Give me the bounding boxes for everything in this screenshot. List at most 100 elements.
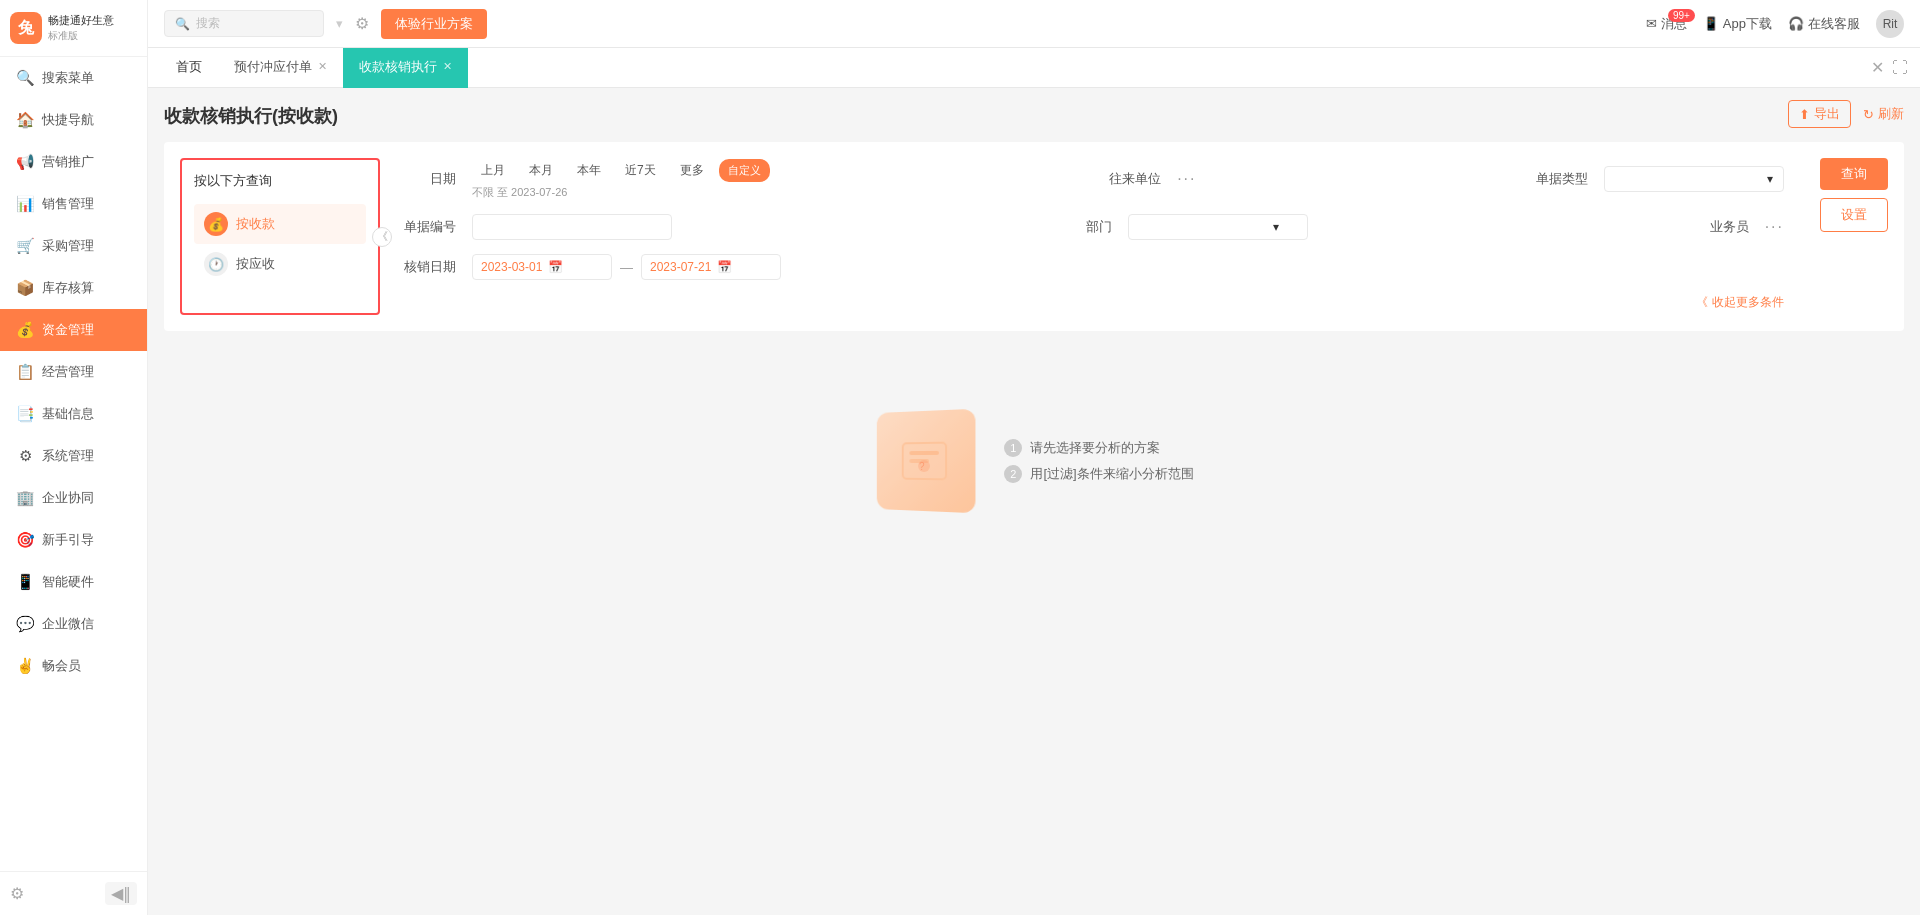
date-btn-7days[interactable]: 近7天 (616, 158, 665, 183)
tab-receipt-close-icon[interactable]: ✕ (443, 60, 452, 73)
inventory-icon: 📦 (16, 279, 34, 297)
filter-row-3: 核销日期 2023-03-01 📅 — 2023-07-21 📅 (400, 254, 1784, 280)
collapse-up-icon: 《 (1696, 294, 1708, 311)
tab-receipt[interactable]: 收款核销执行 ✕ (343, 48, 468, 88)
setting-button[interactable]: 设置 (1820, 198, 1888, 232)
panel-collapse-button[interactable]: 《 (372, 227, 392, 247)
date-btn-this-month[interactable]: 本月 (520, 158, 562, 183)
tab-fullscreen-icon[interactable]: ⛶ (1892, 59, 1908, 77)
tab-close-all-icon[interactable]: ✕ (1871, 58, 1884, 77)
export-button[interactable]: ⬆ 导出 (1788, 100, 1851, 128)
sidebar-item-purchase[interactable]: 🛒 采购管理 (0, 225, 147, 267)
verify-date-end-picker[interactable]: 2023-07-21 📅 (641, 254, 781, 280)
sidebar-item-label: 快捷导航 (42, 111, 94, 129)
industry-solution-button[interactable]: 体验行业方案 (381, 9, 487, 39)
sidebar: 兔 畅捷通好生意 标准版 🔍 搜索菜单 🏠 快捷导航 📢 营销推广 📊 销售管理… (0, 0, 148, 915)
dept-dropdown-icon: ▾ (1273, 220, 1279, 234)
tab-bar: 首页 预付冲应付单 ✕ 收款核销执行 ✕ ✕ ⛶ (148, 48, 1920, 88)
sidebar-item-search[interactable]: 🔍 搜索菜单 (0, 57, 147, 99)
sidebar-item-inventory[interactable]: 📦 库存核算 (0, 267, 147, 309)
date-btn-more[interactable]: 更多 (671, 158, 713, 183)
bill-type-label: 单据类型 (1532, 170, 1588, 188)
app-download-icon: 📱 (1703, 16, 1719, 31)
bill-number-input[interactable] (472, 214, 672, 240)
tip-1-text: 请先选择要分析的方案 (1030, 439, 1160, 457)
sidebar-collapse-button[interactable]: ◀‖ (105, 882, 137, 905)
header-right: ✉ 消息 99+ 📱 App下载 🎧 在线客服 Rit (1646, 10, 1904, 38)
vip-icon: ✌ (16, 657, 34, 675)
staff-label: 业务员 (1693, 218, 1749, 236)
sidebar-item-beginner[interactable]: 🎯 新手引导 (0, 519, 147, 561)
sidebar-item-system[interactable]: ⚙ 系统管理 (0, 435, 147, 477)
settings-icon[interactable]: ⚙ (10, 884, 24, 903)
date-options-group: 上月 本月 本年 近7天 更多 自定义 (472, 158, 770, 183)
sidebar-nav: 🔍 搜索菜单 🏠 快捷导航 📢 营销推广 📊 销售管理 🛒 采购管理 📦 库存核… (0, 57, 147, 871)
query-button[interactable]: 查询 (1820, 158, 1888, 190)
header-left: 🔍 搜索 ▾ ⚙ 体验行业方案 (164, 9, 487, 39)
counterpart-label: 往来单位 (1105, 170, 1161, 188)
receivable-option-icon: 🕐 (204, 252, 228, 276)
filter-row-1: 日期 上月 本月 本年 近7天 更多 自定义 不限 至 2023-07-26 (400, 158, 1784, 200)
verify-date-start-picker[interactable]: 2023-03-01 📅 (472, 254, 612, 280)
svg-rect-1 (910, 451, 940, 455)
sidebar-item-label: 系统管理 (42, 447, 94, 465)
counterpart-picker-button[interactable]: ··· (1177, 170, 1196, 188)
sidebar-item-finance[interactable]: 💰 资金管理 (0, 309, 147, 351)
sidebar-item-corp-collab[interactable]: 🏢 企业协同 (0, 477, 147, 519)
dept-label: 部门 (1056, 218, 1112, 236)
query-option-by-receipt[interactable]: 💰 按收款 (194, 204, 366, 244)
date-btn-custom[interactable]: 自定义 (719, 159, 770, 182)
collapse-conditions-button[interactable]: 《 收起更多条件 (1696, 294, 1784, 311)
gear-settings-icon[interactable]: ⚙ (355, 14, 369, 33)
empty-state: ? 1 请先选择要分析的方案 2 用[过滤]条件来缩小分析范围 (164, 331, 1904, 591)
online-service-button[interactable]: 🎧 在线客服 (1788, 15, 1860, 33)
basic-info-icon: 📑 (16, 405, 34, 423)
app-download-button[interactable]: 📱 App下载 (1703, 15, 1772, 33)
tab-home[interactable]: 首页 (160, 48, 218, 88)
tab-prepay[interactable]: 预付冲应付单 ✕ (218, 48, 343, 88)
query-option-by-receivable[interactable]: 🕐 按应收 (194, 244, 366, 284)
staff-picker-button[interactable]: ··· (1765, 218, 1784, 236)
service-icon: 🎧 (1788, 16, 1804, 31)
empty-tip-2: 2 用[过滤]条件来缩小分析范围 (1004, 465, 1193, 483)
tab-prepay-label: 预付冲应付单 (234, 58, 312, 76)
tab-prepay-close-icon[interactable]: ✕ (318, 60, 327, 73)
sidebar-item-quick-nav[interactable]: 🏠 快捷导航 (0, 99, 147, 141)
date-label: 日期 (400, 170, 456, 188)
page-title: 收款核销执行(按收款) (164, 104, 1904, 128)
date-btn-last-month[interactable]: 上月 (472, 158, 514, 183)
sidebar-item-label: 资金管理 (42, 321, 94, 339)
sidebar-item-sales[interactable]: 📊 销售管理 (0, 183, 147, 225)
sidebar-item-marketing[interactable]: 📢 营销推广 (0, 141, 147, 183)
dropdown-arrow-icon[interactable]: ▾ (336, 16, 343, 31)
purchase-icon: 🛒 (16, 237, 34, 255)
date-btn-this-year[interactable]: 本年 (568, 158, 610, 183)
header-search-box[interactable]: 🔍 搜索 (164, 10, 324, 37)
sidebar-item-operations[interactable]: 📋 经营管理 (0, 351, 147, 393)
bill-number-label: 单据编号 (400, 218, 456, 236)
tip-num-2: 2 (1004, 465, 1022, 483)
sidebar-item-label: 新手引导 (42, 531, 94, 549)
empty-tip-1: 1 请先选择要分析的方案 (1004, 439, 1193, 457)
sidebar-item-basic-info[interactable]: 📑 基础信息 (0, 393, 147, 435)
sidebar-item-smart-hw[interactable]: 📱 智能硬件 (0, 561, 147, 603)
message-button[interactable]: ✉ 消息 99+ (1646, 15, 1687, 33)
dept-select[interactable]: ▾ (1128, 214, 1308, 240)
home-icon: 🏠 (16, 111, 34, 129)
app-download-label: App下载 (1723, 15, 1772, 33)
verify-date-end: 2023-07-21 (650, 260, 711, 274)
sidebar-bottom: ⚙ ◀‖ (0, 871, 147, 915)
action-bar: 查询 设置 (1804, 158, 1888, 315)
bill-type-select[interactable]: ▾ (1604, 166, 1784, 192)
sidebar-item-label: 营销推广 (42, 153, 94, 171)
sidebar-item-vip[interactable]: ✌ 畅会员 (0, 645, 147, 687)
app-edition: 标准版 (48, 29, 114, 43)
sidebar-item-corp-wechat[interactable]: 💬 企业微信 (0, 603, 147, 645)
verify-date-label: 核销日期 (400, 258, 456, 276)
smart-hw-icon: 📱 (16, 573, 34, 591)
by-receipt-label: 按收款 (236, 215, 275, 233)
user-avatar[interactable]: Rit (1876, 10, 1904, 38)
refresh-button[interactable]: ↻ 刷新 (1863, 105, 1904, 123)
query-panel: 按以下方查询 💰 按收款 🕐 按应收 《 (180, 158, 380, 315)
query-panel-title: 按以下方查询 (194, 172, 366, 190)
